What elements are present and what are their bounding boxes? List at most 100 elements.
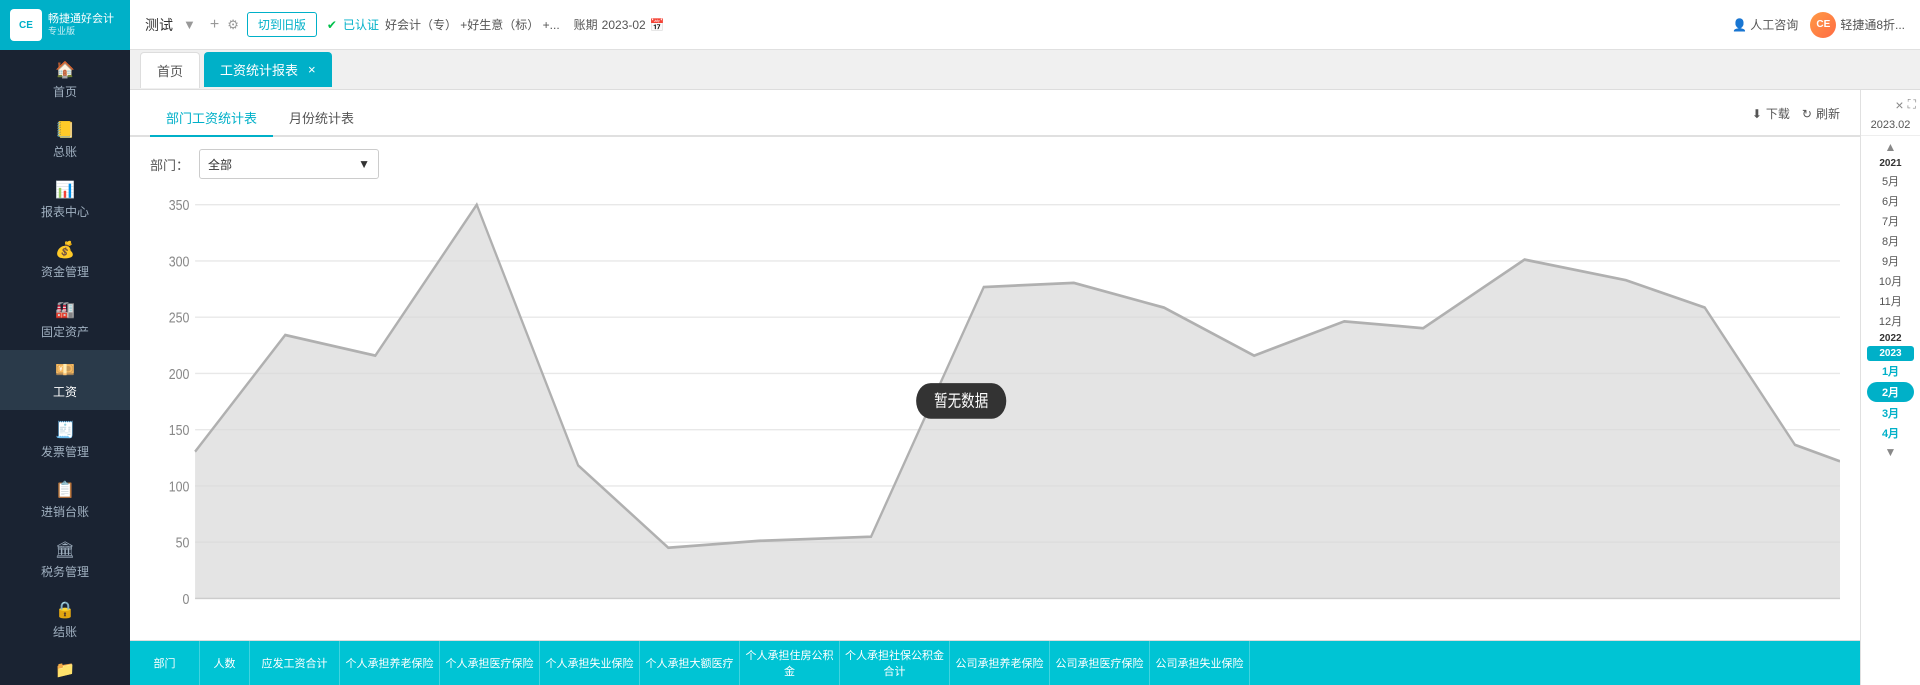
table-header-3: 个人承担养老保险	[340, 641, 440, 685]
tab-payroll-report[interactable]: 工资统计报表 ×	[204, 52, 332, 87]
invoices-icon: 🧾	[55, 420, 75, 440]
sales-icon: 📋	[55, 480, 75, 500]
switch-old-btn[interactable]: 切到旧版	[247, 12, 317, 37]
home-icon: 🏠	[55, 60, 75, 80]
month-item[interactable]: 5月	[1861, 171, 1920, 191]
sidebar-item-funds[interactable]: 💰资金管理	[0, 230, 130, 290]
assets-icon: 🏭	[55, 300, 75, 320]
chart-svg: 350 300 250 200 150 100 50 0	[150, 191, 1840, 630]
sidebar-item-label: 报表中心	[41, 203, 89, 220]
table-header-1: 人数	[200, 641, 250, 685]
calendar-icon[interactable]: 📅	[650, 18, 665, 32]
panel-expand-btn[interactable]: ⛶	[1908, 97, 1916, 113]
year-2022: 2022	[1861, 331, 1920, 346]
reports-icon: 📊	[55, 180, 75, 200]
svg-text:50: 50	[176, 535, 190, 551]
dept-filter-label: 部门：	[150, 155, 189, 174]
topbar-actions: + ⚙ 切到旧版	[210, 12, 317, 37]
topbar-dropdown-arrow[interactable]: ▼	[183, 17, 196, 32]
month-item[interactable]: 1月	[1861, 361, 1920, 381]
ai-icon: 👤	[1732, 18, 1747, 32]
sidebar-item-tax[interactable]: 🏛税务管理	[0, 530, 130, 590]
main-area: 测试 ▼ + ⚙ 切到旧版 ✔ 已认证 好会计（专） +好生意（标） +... …	[130, 0, 1920, 685]
topbar-settings-btn[interactable]: ⚙	[227, 17, 239, 33]
sub-tab-dept[interactable]: 部门工资统计表	[150, 100, 273, 137]
topbar-period: 账期 2023-02 📅	[574, 16, 665, 33]
tax-icon: 🏛	[55, 540, 75, 560]
content-area: 部门工资统计表 月份统计表 ⬇ 下载 ↻ 刷新	[130, 90, 1920, 685]
download-icon: ⬇	[1752, 107, 1762, 121]
table-header-2: 应发工资合计	[250, 641, 340, 685]
topbar-add-btn[interactable]: +	[210, 16, 219, 34]
sidebar-item-label: 进销台账	[41, 503, 89, 520]
closing-icon: 🔒	[55, 600, 75, 620]
month-item[interactable]: 10月	[1861, 271, 1920, 291]
dept-select[interactable]: 全部 ▼	[199, 149, 379, 179]
ledger-icon: 📒	[55, 120, 75, 140]
table-header-0: 部门	[130, 641, 200, 685]
ai-consult-btn[interactable]: 👤 人工咨询	[1732, 16, 1798, 33]
month-item[interactable]: 8月	[1861, 231, 1920, 251]
sidebar-item-label: 首页	[53, 83, 77, 100]
panel-current-date: 2023.02	[1861, 115, 1920, 136]
month-item[interactable]: 7月	[1861, 211, 1920, 231]
svg-text:150: 150	[169, 422, 190, 438]
table-header-10: 公司承担医疗保险	[1050, 641, 1150, 685]
panel-controls: × ⛶	[1861, 95, 1920, 115]
sub-tabs: 部门工资统计表 月份统计表 ⬇ 下载 ↻ 刷新	[130, 90, 1860, 137]
tab-close-btn[interactable]: ×	[308, 62, 316, 77]
sidebar-item-label: 固定资产	[41, 323, 89, 340]
table-footer-inner: 部门人数应发工资合计个人承担养老保险个人承担医疗保险个人承担失业保险个人承担大额…	[130, 641, 1860, 685]
filter-bar: 部门： 全部 ▼	[130, 137, 1860, 191]
table-header-5: 个人承担失业保险	[540, 641, 640, 685]
logo-icon: CE	[10, 9, 42, 41]
sidebar-item-home[interactable]: 🏠 首页	[0, 50, 130, 110]
right-panel: × ⛶ 2023.02 ▲ 20215月6月7月8月9月10月11月12月202…	[1860, 90, 1920, 685]
sub-tab-monthly[interactable]: 月份统计表	[273, 100, 370, 137]
month-item[interactable]: 2月	[1867, 382, 1914, 402]
tabs-bar: 首页 工资统计报表 ×	[130, 50, 1920, 90]
payroll-icon: 💴	[55, 360, 75, 380]
table-header-7: 个人承担住房公积金	[740, 641, 840, 685]
sidebar-item-ledger[interactable]: 📒 总账	[0, 110, 130, 170]
sidebar-item-archive[interactable]: 📁归档管理	[0, 650, 130, 685]
panel-close-btn[interactable]: ×	[1895, 97, 1903, 113]
prev-year-btn[interactable]: ▲	[1885, 138, 1897, 156]
month-item[interactable]: 9月	[1861, 251, 1920, 271]
svg-text:200: 200	[169, 366, 190, 382]
month-item[interactable]: 6月	[1861, 191, 1920, 211]
sidebar-item-payroll[interactable]: 💴工资	[0, 350, 130, 410]
sidebar-item-label: 资金管理	[41, 263, 89, 280]
month-item[interactable]: 12月	[1861, 311, 1920, 331]
user-info[interactable]: CE 轻捷通8折...	[1810, 12, 1905, 38]
table-header-6: 个人承担大额医疗	[640, 641, 740, 685]
archive-icon: 📁	[55, 660, 75, 680]
refresh-btn[interactable]: ↻ 刷新	[1802, 105, 1840, 122]
next-year-btn[interactable]: ▼	[1885, 443, 1897, 461]
sidebar-item-invoices[interactable]: 🧾发票管理	[0, 410, 130, 470]
svg-text:100: 100	[169, 478, 190, 494]
sidebar-item-label: 结账	[53, 623, 77, 640]
year-2023-active: 2023	[1867, 346, 1914, 361]
chart-wrapper: 350 300 250 200 150 100 50 0	[130, 191, 1860, 640]
tab-home[interactable]: 首页	[140, 52, 200, 88]
topbar-tags: 好会计（专） +好生意（标） +...	[385, 16, 560, 33]
sidebar-item-assets[interactable]: 🏭 固定资产	[0, 290, 130, 350]
month-item[interactable]: 3月	[1861, 403, 1920, 423]
svg-text:250: 250	[169, 310, 190, 326]
sidebar-item-closing[interactable]: 🔒 结账	[0, 590, 130, 650]
table-header-4: 个人承担医疗保险	[440, 641, 540, 685]
table-header-8: 个人承担社保公积金合计	[840, 641, 950, 685]
sidebar-item-label: 总账	[53, 143, 77, 160]
sidebar-item-reports[interactable]: 📊 报表中心	[0, 170, 130, 230]
topbar-status: ✔ 已认证 好会计（专） +好生意（标） +...	[327, 16, 560, 33]
download-btn[interactable]: ⬇ 下载	[1752, 105, 1790, 122]
month-item[interactable]: 4月	[1861, 423, 1920, 443]
table-header-9: 公司承担养老保险	[950, 641, 1050, 685]
certified-icon: ✔	[327, 18, 337, 32]
svg-text:0: 0	[183, 591, 190, 607]
month-item[interactable]: 11月	[1861, 291, 1920, 311]
topbar: 测试 ▼ + ⚙ 切到旧版 ✔ 已认证 好会计（专） +好生意（标） +... …	[130, 0, 1920, 50]
sidebar-item-sales[interactable]: 📋 进销台账	[0, 470, 130, 530]
chevron-down-icon: ▼	[358, 157, 370, 171]
